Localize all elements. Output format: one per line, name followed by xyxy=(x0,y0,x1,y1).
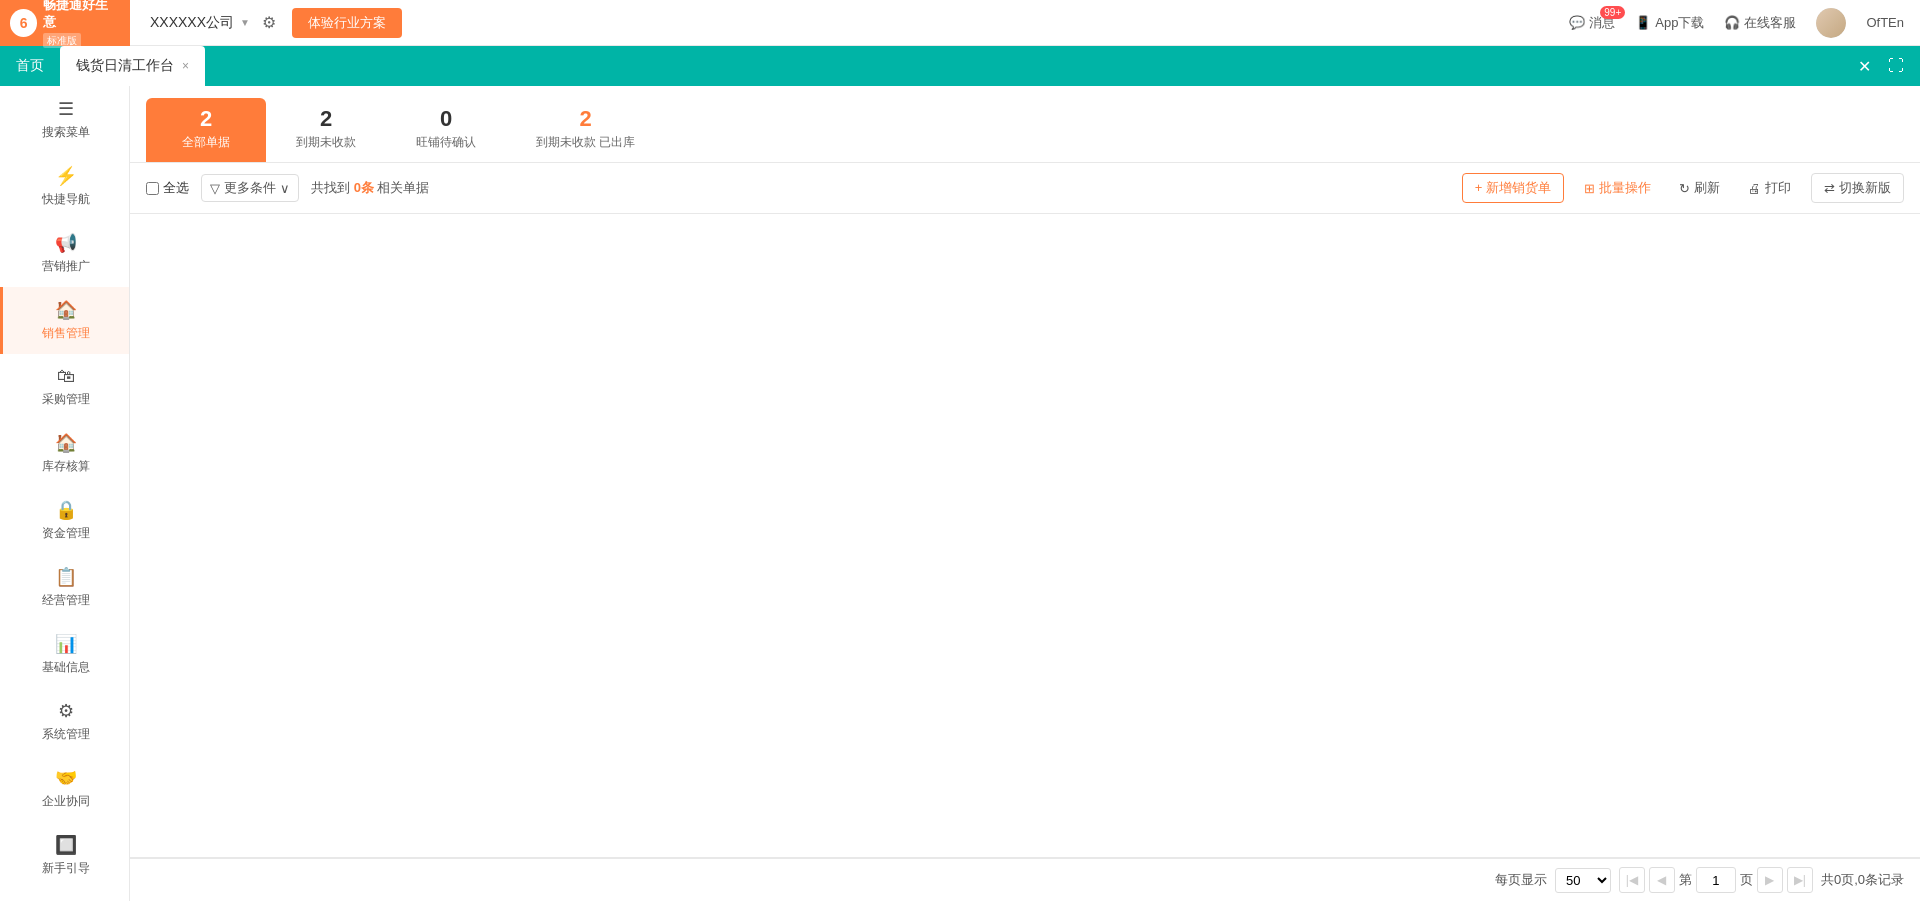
stat-tab-overdue-shipped[interactable]: 2 到期未收款 已出库 xyxy=(506,98,665,162)
app-download-item[interactable]: 📱 App下载 xyxy=(1635,14,1704,32)
nav-tabs: 首页 钱货日清工作台 × ✕ ⛶ xyxy=(0,46,1920,86)
purchase-icon: 🛍 xyxy=(57,366,75,387)
stat-tab-all[interactable]: 2 全部单据 xyxy=(146,98,266,162)
finance-icon: 🔒 xyxy=(55,499,77,521)
operations-icon: 📋 xyxy=(55,566,77,588)
basic-info-icon: 📊 xyxy=(55,633,77,655)
tab-home[interactable]: 首页 xyxy=(0,46,60,86)
chevron-down-icon: ▼ xyxy=(240,17,250,28)
pagination: |◀ ◀ 第 页 ▶ ▶| xyxy=(1619,867,1813,893)
table-area xyxy=(130,214,1920,858)
sidebar-item-marketing[interactable]: 📢 营销推广 xyxy=(0,220,129,287)
last-page-button[interactable]: ▶| xyxy=(1787,867,1813,893)
page-size-select[interactable]: 50 20 100 200 xyxy=(1555,868,1611,893)
toolbar-right: + 新增销货单 ⊞ 批量操作 ↻ 刷新 🖨 打印 ⇄ 切换新版 xyxy=(1462,173,1904,203)
sidebar-item-operations[interactable]: 📋 经营管理 xyxy=(0,554,129,621)
add-sales-button[interactable]: + 新增销货单 xyxy=(1462,173,1564,203)
marketing-icon: 📢 xyxy=(55,232,77,254)
more-filter-button[interactable]: ▽ 更多条件 ∨ xyxy=(201,174,299,202)
batch-icon: ⊞ xyxy=(1584,181,1595,196)
message-item[interactable]: 💬 消息 99 xyxy=(1569,14,1615,32)
select-all-label[interactable]: 全选 xyxy=(146,179,189,197)
logo-icon: 6 xyxy=(10,9,37,37)
close-tab-icon[interactable]: × xyxy=(182,59,189,73)
select-all-checkbox[interactable] xyxy=(146,182,159,195)
sidebar-item-inventory[interactable]: 🏠 库存核算 xyxy=(0,420,129,487)
nav-close-icon[interactable]: ✕ xyxy=(1852,54,1876,78)
print-icon: 🖨 xyxy=(1748,181,1761,196)
switch-icon: ⇄ xyxy=(1824,181,1835,196)
sidebar-item-cooperation[interactable]: 🤝 企业协同 xyxy=(0,755,129,822)
logo-area: 6 畅捷通好生意 标准版 xyxy=(0,0,130,46)
refresh-icon: ↻ xyxy=(1679,181,1690,196)
page-number-input[interactable] xyxy=(1696,867,1736,893)
sidebar-item-system[interactable]: ⚙ 系统管理 xyxy=(0,688,129,755)
nav-actions: ✕ ⛶ xyxy=(1852,54,1920,78)
stat-tab-overdue[interactable]: 2 到期未收款 xyxy=(266,98,386,162)
download-icon: 📱 xyxy=(1635,15,1651,30)
total-text: 共0页,0条记录 xyxy=(1821,871,1904,889)
sales-icon: 🏠 xyxy=(55,299,77,321)
logo-text: 畅捷通好生意 标准版 xyxy=(43,0,120,48)
header-right: 💬 消息 99 📱 App下载 🎧 在线客服 OfTEn xyxy=(1569,8,1904,38)
content-area: 2 全部单据 2 到期未收款 0 旺铺待确认 2 到期未收款 已出库 xyxy=(130,86,1920,901)
service-icon: 🎧 xyxy=(1724,15,1740,30)
footer: 每页显示 50 20 100 200 |◀ ◀ 第 页 ▶ ▶| 共0页,0条记… xyxy=(130,858,1920,901)
next-page-button[interactable]: ▶ xyxy=(1757,867,1783,893)
avatar[interactable] xyxy=(1816,8,1846,38)
message-icon: 💬 xyxy=(1569,15,1585,30)
sidebar: ☰ 搜索菜单 ⚡ 快捷导航 📢 营销推广 🏠 销售管理 🛍 采购管理 🏠 库存核… xyxy=(0,86,130,901)
chevron-down-icon: ∨ xyxy=(280,181,290,196)
toolbar: 全选 ▽ 更多条件 ∨ 共找到 0条 相关单据 + 新增销货单 ⊞ 批量操作 xyxy=(130,163,1920,214)
cooperation-icon: 🤝 xyxy=(55,767,77,789)
print-button[interactable]: 🖨 打印 xyxy=(1740,174,1799,202)
username-display: OfTEn xyxy=(1866,15,1904,30)
inventory-icon: 🏠 xyxy=(55,432,77,454)
stat-tab-wangdian[interactable]: 0 旺铺待确认 xyxy=(386,98,506,162)
prev-page-button[interactable]: ◀ xyxy=(1649,867,1675,893)
batch-operation-button[interactable]: ⊞ 批量操作 xyxy=(1576,174,1659,202)
avatar-image xyxy=(1816,8,1846,38)
found-text: 共找到 0条 相关单据 xyxy=(311,179,429,197)
filter-icon: ▽ xyxy=(210,181,220,196)
settings-icon[interactable]: ⚙ xyxy=(262,13,276,32)
sidebar-item-search-menu[interactable]: ☰ 搜索菜单 xyxy=(0,86,129,153)
sidebar-item-basic-info[interactable]: 📊 基础信息 xyxy=(0,621,129,688)
company-selector[interactable]: XXXXXX公司 ▼ xyxy=(150,14,250,32)
switch-new-version-button[interactable]: ⇄ 切换新版 xyxy=(1811,173,1904,203)
main-layout: ☰ 搜索菜单 ⚡ 快捷导航 📢 营销推广 🏠 销售管理 🛍 采购管理 🏠 库存核… xyxy=(0,86,1920,901)
first-page-button[interactable]: |◀ xyxy=(1619,867,1645,893)
sidebar-item-quick-nav[interactable]: ⚡ 快捷导航 xyxy=(0,153,129,220)
try-industry-button[interactable]: 体验行业方案 xyxy=(292,8,402,38)
nav-expand-icon[interactable]: ⛶ xyxy=(1884,54,1908,78)
tab-qianhuoriqing[interactable]: 钱货日清工作台 × xyxy=(60,46,205,86)
stats-tabs: 2 全部单据 2 到期未收款 0 旺铺待确认 2 到期未收款 已出库 xyxy=(146,98,1904,162)
refresh-button[interactable]: ↻ 刷新 xyxy=(1671,174,1728,202)
sidebar-item-app-center[interactable]: 📥 应用中心 xyxy=(0,889,129,901)
quick-nav-icon: ⚡ xyxy=(55,165,77,187)
sidebar-item-guide[interactable]: 🔲 新手引导 xyxy=(0,822,129,889)
sidebar-item-sales[interactable]: 🏠 销售管理 xyxy=(0,287,129,354)
system-icon: ⚙ xyxy=(58,700,74,722)
top-header: 6 畅捷通好生意 标准版 XXXXXX公司 ▼ ⚙ 体验行业方案 💬 消息 99… xyxy=(0,0,1920,46)
stats-bar: 2 全部单据 2 到期未收款 0 旺铺待确认 2 到期未收款 已出库 xyxy=(130,86,1920,163)
message-badge: 99 xyxy=(1600,6,1625,19)
sidebar-item-finance[interactable]: 🔒 资金管理 xyxy=(0,487,129,554)
search-menu-icon: ☰ xyxy=(58,98,74,120)
toolbar-left: 全选 ▽ 更多条件 ∨ 共找到 0条 相关单据 xyxy=(146,174,1450,202)
online-service-item[interactable]: 🎧 在线客服 xyxy=(1724,14,1796,32)
guide-icon: 🔲 xyxy=(55,834,77,856)
sidebar-item-purchase[interactable]: 🛍 采购管理 xyxy=(0,354,129,420)
